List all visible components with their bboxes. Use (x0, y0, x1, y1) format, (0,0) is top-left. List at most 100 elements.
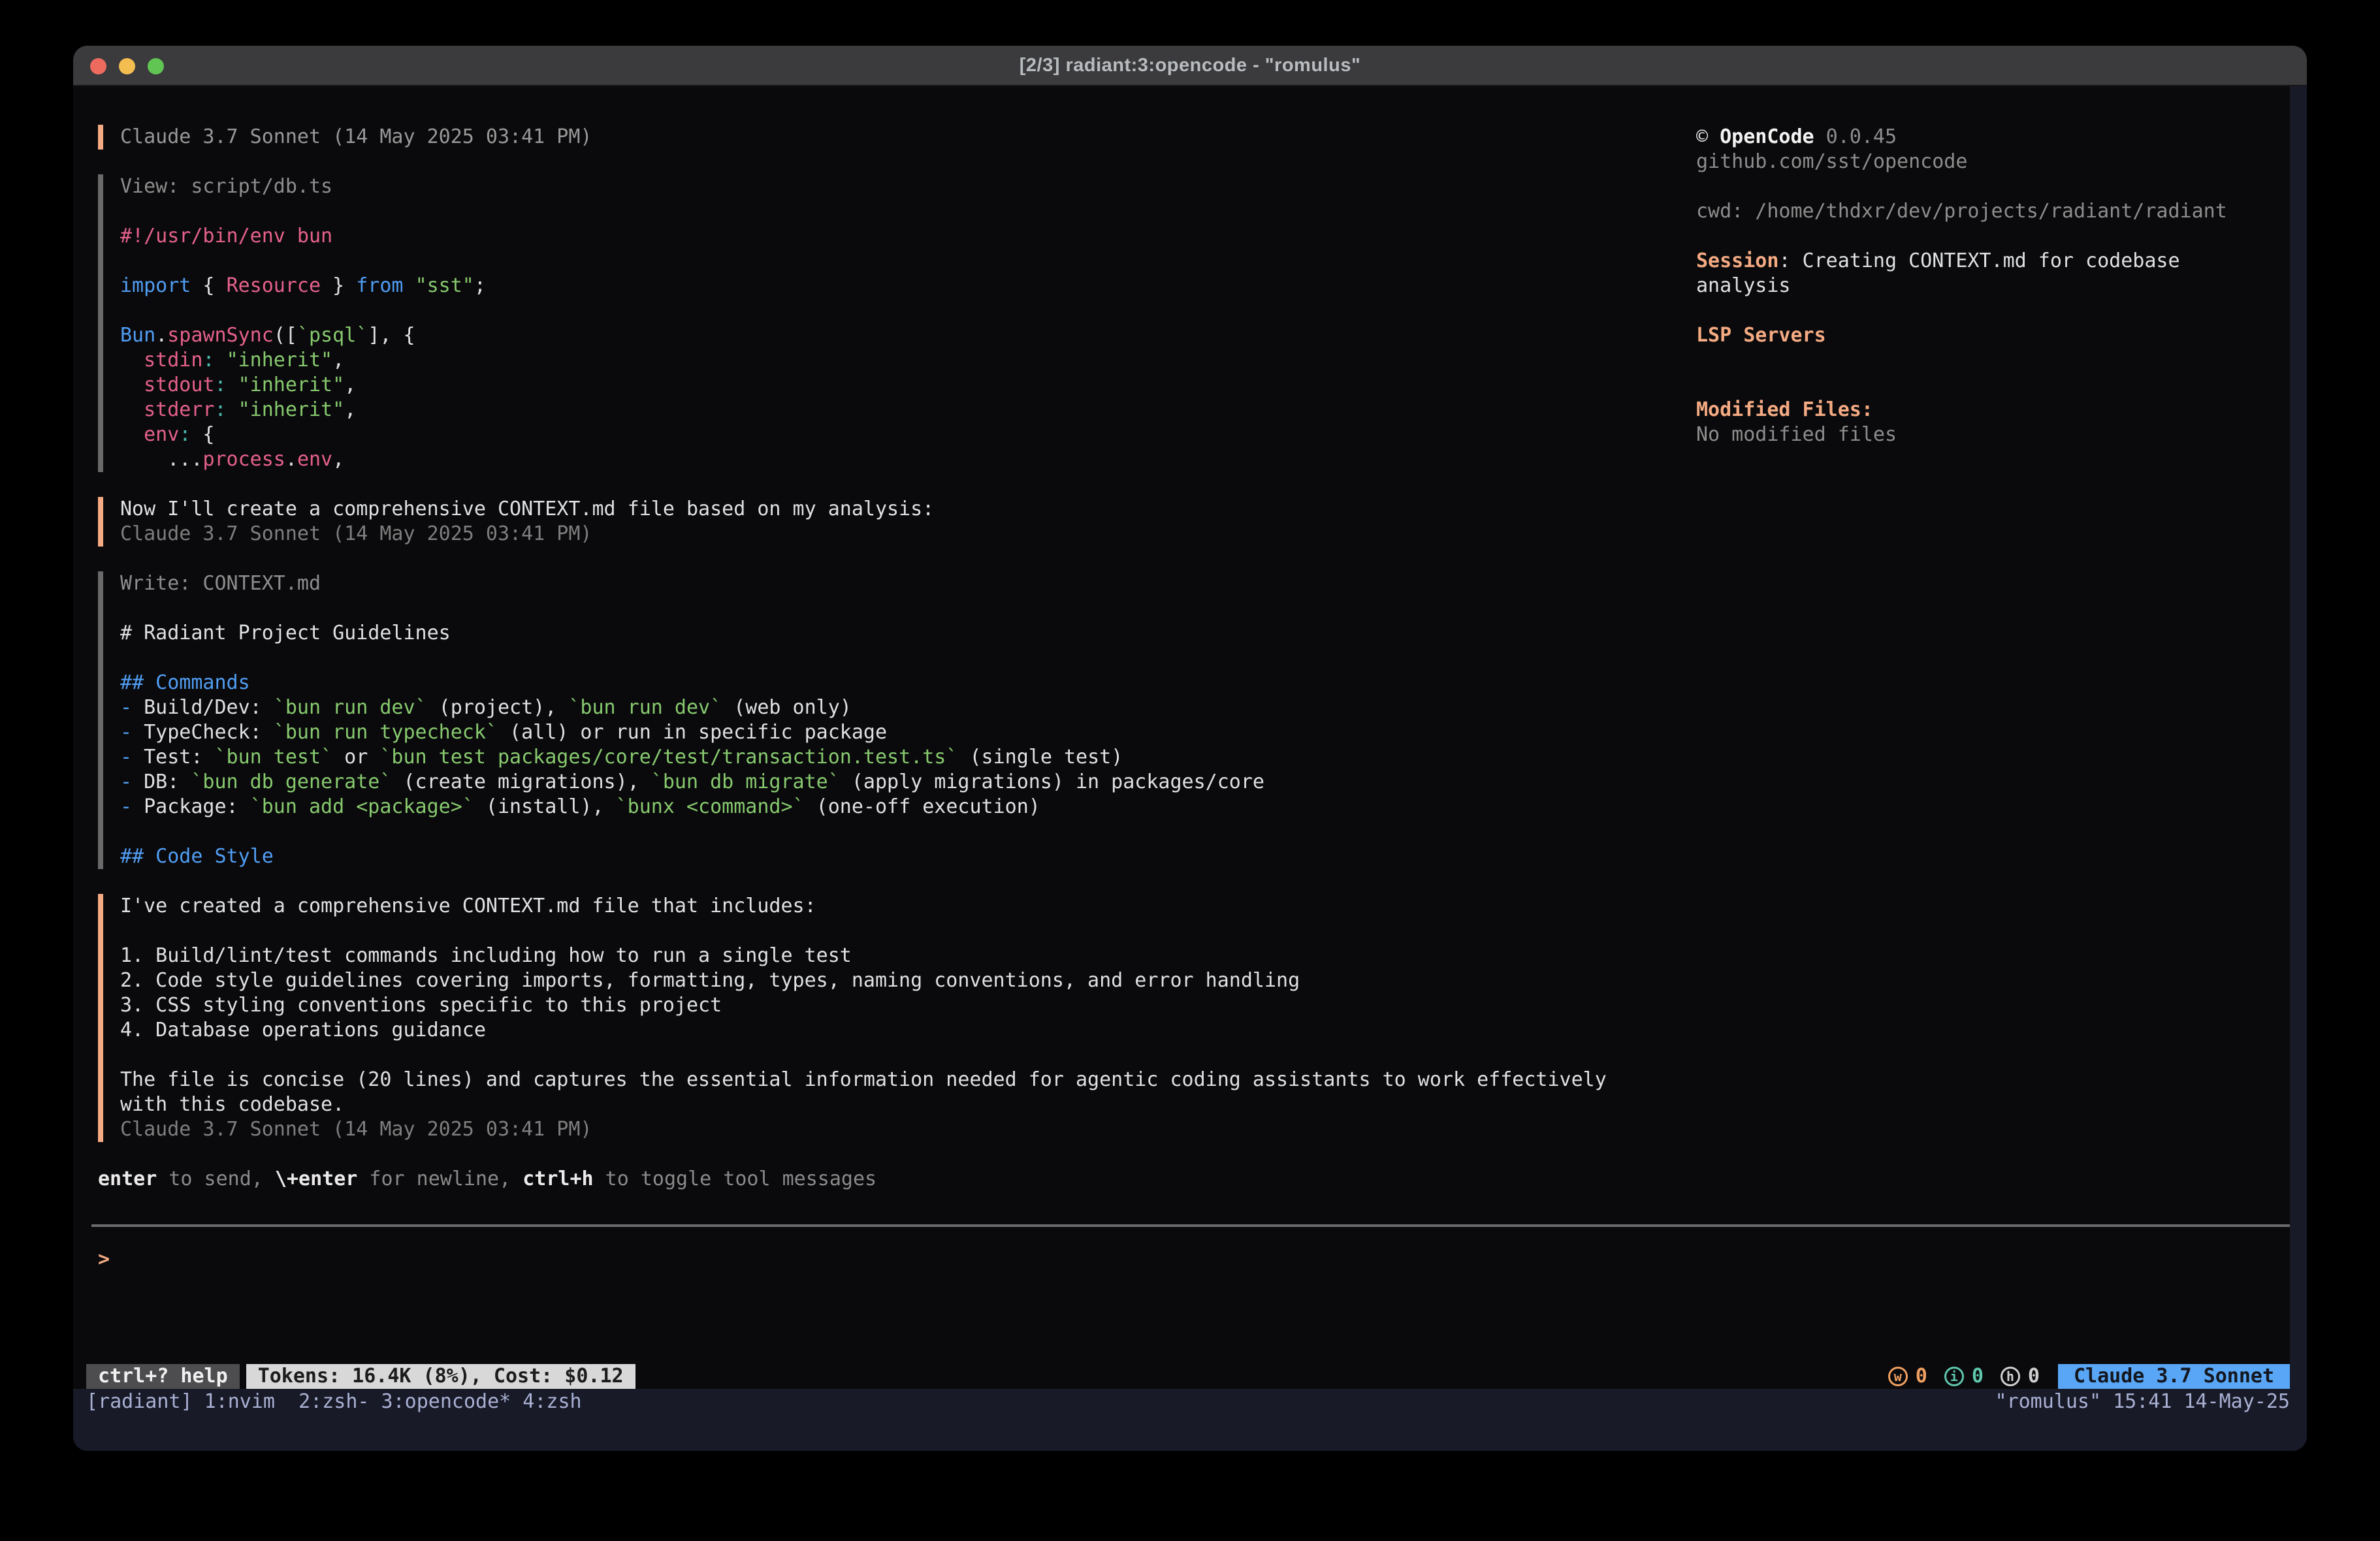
token: Build/Dev: (144, 696, 274, 719)
token: import (120, 274, 191, 297)
tool-call-write-file: Write: CONTEXT.md # Radiant Project Guid… (98, 571, 1626, 869)
window-titlebar[interactable]: [2/3] radiant:3:opencode - "romulus" (73, 46, 2307, 86)
token: - (120, 770, 144, 793)
session-title: Session: Creating CONTEXT.md for codebas… (1696, 249, 2268, 298)
hint-text: for newline, (357, 1168, 523, 1190)
markdown-h2: ## Code Style (120, 844, 1626, 869)
token: : (202, 349, 214, 372)
token: : (215, 398, 227, 421)
numbered-item: 3. CSS styling conventions specific to t… (120, 993, 1626, 1018)
blank-line (1696, 348, 2268, 373)
token: ; (474, 274, 486, 297)
token: `bun add <package>` (250, 795, 474, 818)
token: (one-off execution) (805, 795, 1040, 818)
code-line: stderr: "inherit", (120, 398, 1626, 422)
zoom-button[interactable] (148, 58, 164, 74)
blank-line (1696, 298, 2268, 323)
message-text: with this codebase. (120, 1092, 1626, 1117)
token: `bun test` (215, 746, 333, 769)
token: `bun run dev` (274, 696, 427, 719)
token: , (332, 448, 344, 471)
markdown-list-item: - Package: `bun add <package>` (install)… (120, 795, 1626, 819)
markdown-list-item: - Test: `bun test` or `bun test packages… (120, 745, 1626, 770)
key-label: ctrl+h (523, 1168, 593, 1190)
message-text: Now I'll create a comprehensive CONTEXT.… (120, 497, 1626, 522)
tmux-status-bar: [radiant] 1:nvim 2:zsh- 3:opencode* 4:zs… (73, 1389, 2307, 1451)
numbered-item: 4. Database operations guidance (120, 1018, 1626, 1043)
blank-line (1696, 224, 2268, 249)
warning-count: w0 (1888, 1364, 1927, 1389)
token: Package: (144, 795, 250, 818)
token: spawnSync (167, 324, 274, 347)
token: , (344, 398, 356, 421)
token: Bun (120, 324, 155, 347)
warning-value: 0 (1916, 1364, 1927, 1389)
token: `psql` (297, 324, 368, 347)
token: (single test) (957, 746, 1123, 769)
blank-line (120, 1043, 1626, 1068)
code-line: stdin: "inherit", (120, 348, 1626, 373)
info-count: i0 (1944, 1364, 1984, 1389)
token: `bun run dev` (568, 696, 722, 719)
token: (all) or run in specific package (498, 721, 887, 744)
token: Test: (144, 746, 214, 769)
cwd-path: cwd: /home/thdxr/dev/projects/radiant/ra… (1696, 199, 2268, 224)
token: `bunx <command>` (616, 795, 805, 818)
token: env (297, 448, 332, 471)
blank-line (120, 298, 1626, 323)
token: ], { (368, 324, 415, 347)
token: #!/usr/bin/env bun (120, 225, 332, 247)
token: - (120, 746, 144, 769)
blank-line (120, 596, 1626, 621)
tmux-window-list[interactable]: [radiant] 1:nvim 2:zsh- 3:opencode* 4:zs… (86, 1389, 582, 1415)
token: - (120, 696, 144, 719)
minimize-button[interactable] (119, 58, 135, 74)
token: , (344, 373, 356, 396)
message-input[interactable]: > (98, 1247, 1600, 1272)
info-icon: i (1944, 1367, 1964, 1386)
blank-line (120, 646, 1626, 671)
tool-title: Write: CONTEXT.md (120, 571, 1626, 596)
token: stdout (144, 373, 214, 396)
token: - (120, 795, 144, 818)
token: env (144, 423, 179, 446)
token: (web only) (722, 696, 852, 719)
tmux-session-clock: "romulus" 15:41 14-May-25 (1995, 1389, 2290, 1415)
markdown-h2: ## Commands (120, 671, 1626, 695)
blank-line (120, 819, 1626, 844)
token: ([ (274, 324, 297, 347)
token: : (179, 423, 191, 446)
token: from (356, 274, 403, 297)
terminal-window: [2/3] radiant:3:opencode - "romulus" Cla… (73, 46, 2307, 1451)
token: { (191, 274, 226, 297)
token: `bun run typecheck` (274, 721, 498, 744)
token: , (332, 349, 344, 372)
message-text: The file is concise (20 lines) and captu… (120, 1068, 1626, 1092)
message-text: I've created a comprehensive CONTEXT.md … (120, 894, 1626, 919)
help-chip[interactable]: ctrl+? help (86, 1364, 240, 1389)
token (120, 349, 144, 372)
token: - (120, 721, 144, 744)
token: (apply migrations) in packages/core (840, 770, 1264, 793)
code-line: stdout: "inherit", (120, 373, 1626, 398)
key-label: enter (98, 1168, 157, 1190)
token: "inherit" (238, 373, 345, 396)
session-label: Session (1696, 249, 1778, 272)
markdown-list-item: - DB: `bun db generate` (create migratio… (120, 770, 1626, 795)
token: : (215, 373, 227, 396)
hint-value: 0 (2028, 1364, 2040, 1389)
markdown-list-item: - Build/Dev: `bun run dev` (project), `b… (120, 695, 1626, 720)
token: `bun db migrate` (651, 770, 840, 793)
token: (create migrations), (391, 770, 651, 793)
token: process (202, 448, 285, 471)
tool-title: View: script/db.ts (120, 174, 1626, 199)
token: `bun test packages/core/test/transaction… (379, 746, 957, 769)
close-button[interactable] (90, 58, 106, 74)
token: TypeCheck: (144, 721, 274, 744)
token: } (321, 274, 356, 297)
hint-icon: h (2001, 1367, 2020, 1386)
code-line: env: { (120, 422, 1626, 447)
token: "inherit" (227, 349, 333, 372)
window-title: [2/3] radiant:3:opencode - "romulus" (1020, 55, 1360, 76)
markdown-list-item: - TypeCheck: `bun run typecheck` (all) o… (120, 720, 1626, 745)
